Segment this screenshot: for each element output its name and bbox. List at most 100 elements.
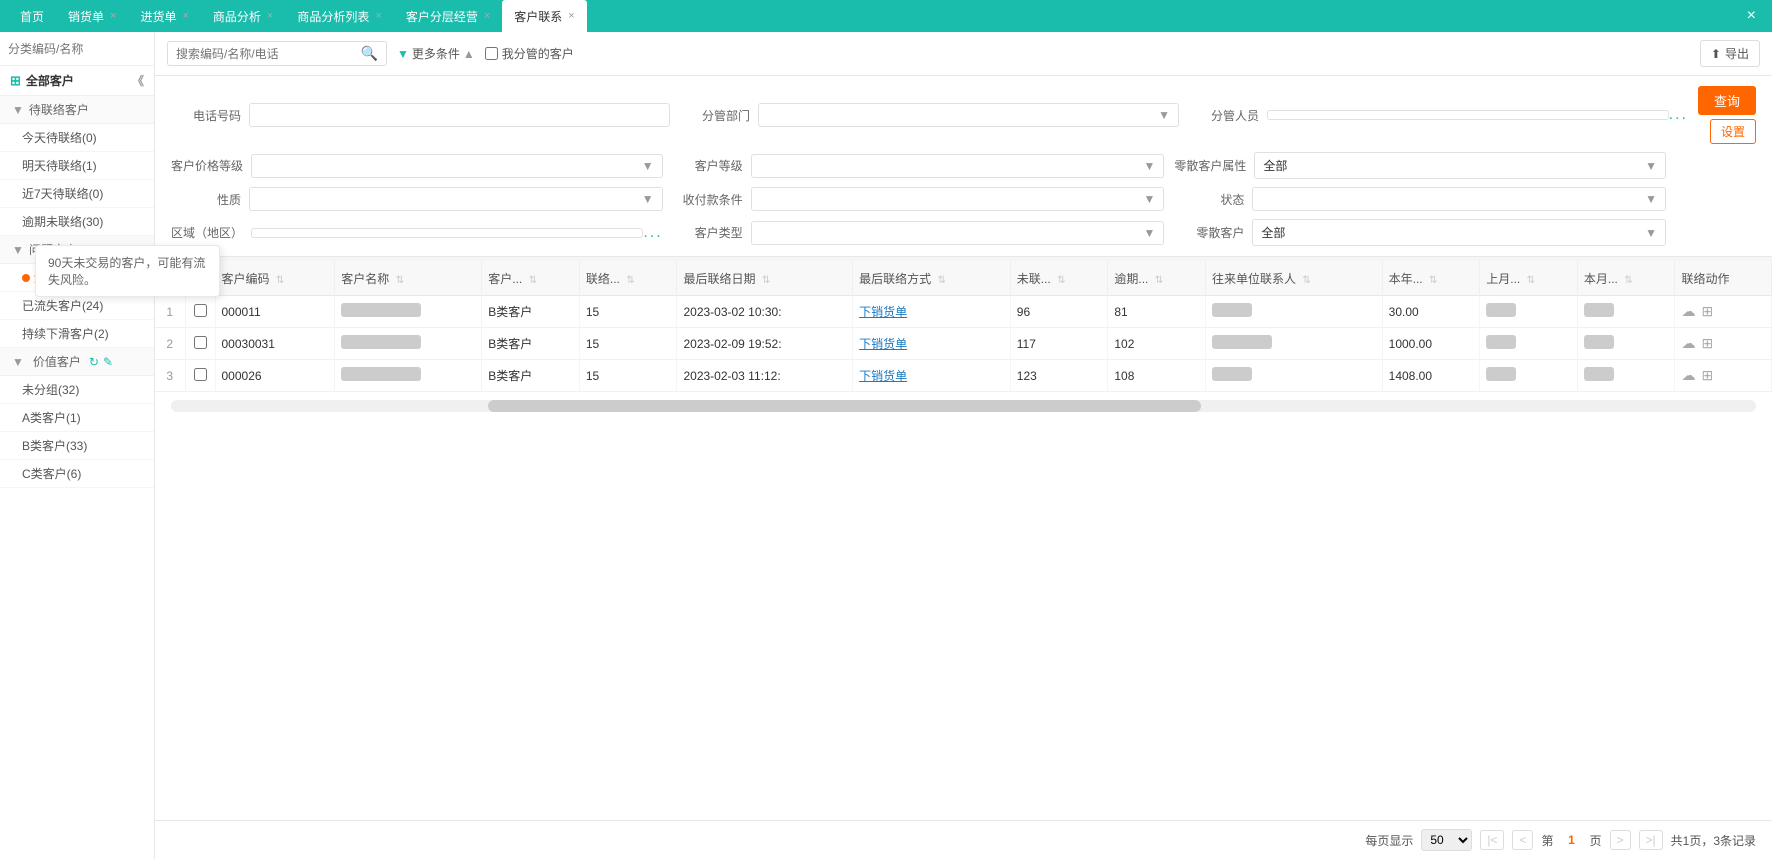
last-page-button[interactable]: >| xyxy=(1639,830,1663,850)
td-name-1 xyxy=(335,296,482,328)
sidebar-item-7days[interactable]: 近7天待联络(0) xyxy=(0,180,154,208)
filter-payment-select[interactable]: ▼ xyxy=(751,187,1165,211)
last-method-link-3[interactable]: 下销货单 xyxy=(859,369,907,383)
page-label: 第 xyxy=(1541,832,1553,849)
search-input[interactable] xyxy=(176,47,361,61)
table-row: 3 000026 B类客户 15 2023-02-03 11:12: 下销货单 … xyxy=(155,360,1772,392)
sidebar-group-pending[interactable]: ▼ 待联络客户 xyxy=(0,96,154,124)
last-method-link-2[interactable]: 下销货单 xyxy=(859,337,907,351)
th-contact: 联络... ⇅ xyxy=(579,261,677,296)
close-customer-contact-icon[interactable]: × xyxy=(568,10,574,22)
td-person-3 xyxy=(1205,360,1382,392)
sidebar-all-customers[interactable]: ⊞ 全部客户 《 xyxy=(0,66,154,96)
td-method-3: 下销货单 xyxy=(853,360,1011,392)
filter-manager-select[interactable] xyxy=(1267,110,1669,120)
filter-phone-input[interactable] xyxy=(249,103,670,127)
contact-action-icon-3[interactable]: ☁ xyxy=(1681,367,1695,384)
th-last-date: 最后联络日期 ⇅ xyxy=(677,261,853,296)
filter-region-dots[interactable]: ... xyxy=(643,224,662,242)
next-page-button[interactable]: > xyxy=(1610,830,1631,850)
tmonth-blur-2 xyxy=(1584,335,1614,349)
nav-analysis[interactable]: 商品分析 × xyxy=(201,0,285,32)
nav-customer-tier[interactable]: 客户分层经营 × xyxy=(394,0,502,32)
more-filter-button[interactable]: ▼ 更多条件 ▲ xyxy=(397,45,475,62)
per-page-select[interactable]: 50 100 200 xyxy=(1421,829,1472,851)
horizontal-scrollbar[interactable] xyxy=(155,392,1772,420)
sidebar-item-today[interactable]: 今天待联络(0) xyxy=(0,124,154,152)
nav-analysis-list[interactable]: 商品分析列表 × xyxy=(285,0,393,32)
nav-sales[interactable]: 销货单 × xyxy=(56,0,128,32)
sidebar-item-declining[interactable]: 持续下滑客户(2) xyxy=(0,320,154,348)
sidebar-item-class-a[interactable]: A类客户(1) xyxy=(0,404,154,432)
customer-name-blur-1 xyxy=(341,303,421,317)
my-customer-checkbox[interactable] xyxy=(485,47,498,60)
more-action-icon-2[interactable]: ⊞ xyxy=(1701,335,1713,352)
close-sales-icon[interactable]: × xyxy=(110,10,116,22)
search-bar: 🔍 ▼ 更多条件 ▲ 我分管的客户 ⬆ 导出 xyxy=(155,32,1772,76)
filter-customer-grade-label: 客户等级 xyxy=(673,157,743,174)
customer-name-blur-2 xyxy=(341,335,421,349)
sidebar-group-value[interactable]: ▼ 价值客户 ↻ ✎ xyxy=(0,348,154,376)
close-all-icon[interactable]: × xyxy=(1739,7,1764,25)
contact-action-icon-2[interactable]: ☁ xyxy=(1681,335,1695,352)
prev-page-button[interactable]: < xyxy=(1512,830,1533,850)
close-analysis-icon[interactable]: × xyxy=(267,10,273,22)
more-action-icon-3[interactable]: ⊞ xyxy=(1701,367,1713,384)
chevron-down-retail2-icon: ▼ xyxy=(1645,226,1657,240)
last-method-link-1[interactable]: 下销货单 xyxy=(859,305,907,319)
action-icons-2: ☁ ⊞ xyxy=(1681,335,1765,352)
nav-home[interactable]: 首页 xyxy=(8,0,56,32)
total-label: 共1页，3条记录 xyxy=(1671,832,1756,849)
sidebar-item-ungrouped[interactable]: 未分组(32) xyxy=(0,376,154,404)
sidebar-item-overdue[interactable]: 逾期未联络(30) xyxy=(0,208,154,236)
refresh-icon[interactable]: ↻ xyxy=(89,355,99,369)
edit-icon[interactable]: ✎ xyxy=(103,355,113,369)
lmonth-blur-3 xyxy=(1486,367,1516,381)
filter-customer-grade: 客户等级 ▼ xyxy=(673,154,1165,178)
td-name-3 xyxy=(335,360,482,392)
contact-action-icon-1[interactable]: ☁ xyxy=(1681,303,1695,320)
customer-table: ⚙ 客户编码 ⇅ 客户名称 ⇅ xyxy=(155,261,1772,392)
close-purchase-icon[interactable]: × xyxy=(182,10,188,22)
filter-region-label: 区域（地区） xyxy=(171,224,243,241)
sidebar-item-class-b[interactable]: B类客户(33) xyxy=(0,432,154,460)
close-analysis-list-icon[interactable]: × xyxy=(375,10,381,22)
td-date-1: 2023-03-02 10:30: xyxy=(677,296,853,328)
filter-region-select[interactable] xyxy=(251,228,643,238)
th-this-month: 本月... ⇅ xyxy=(1577,261,1675,296)
sidebar-search-input[interactable] xyxy=(8,42,155,56)
row-checkbox-3[interactable] xyxy=(194,368,207,381)
nav-purchase[interactable]: 进货单 × xyxy=(128,0,200,32)
my-customer-checkbox-wrap[interactable]: 我分管的客户 xyxy=(485,45,574,62)
query-button[interactable]: 查询 xyxy=(1698,86,1756,115)
sidebar-item-class-c[interactable]: C类客户(6) xyxy=(0,460,154,488)
filter-retail-customer-select[interactable]: 全部 ▼ xyxy=(1252,219,1666,246)
filter-retail-customer-label: 零散客户 xyxy=(1174,224,1244,241)
filter-retail-attr-select[interactable]: 全部 ▼ xyxy=(1254,152,1666,179)
filter-nature-select[interactable]: ▼ xyxy=(249,187,663,211)
first-page-button[interactable]: |< xyxy=(1480,830,1504,850)
more-action-icon-1[interactable]: ⊞ xyxy=(1701,303,1713,320)
close-customer-tier-icon[interactable]: × xyxy=(484,10,490,22)
filter-dept: 分管部门 ▼ xyxy=(680,103,1179,127)
filter-manager-dots[interactable]: ... xyxy=(1669,106,1688,124)
filter-row-1: 电话号码 分管部门 ▼ 分管人员 ... xyxy=(171,86,1756,144)
nav-customer-contact[interactable]: 客户联系 × xyxy=(502,0,586,32)
setting-button[interactable]: 设置 xyxy=(1710,119,1756,144)
table-header-row: ⚙ 客户编码 ⇅ 客户名称 ⇅ xyxy=(155,261,1772,296)
filter-status-select[interactable]: ▼ xyxy=(1252,187,1666,211)
sidebar-item-tomorrow[interactable]: 明天待联络(1) xyxy=(0,152,154,180)
search-icon[interactable]: 🔍 xyxy=(361,45,378,62)
row-checkbox-1[interactable] xyxy=(194,304,207,317)
row-checkbox-2[interactable] xyxy=(194,336,207,349)
td-check-2 xyxy=(185,328,215,360)
filter-customer-grade-select[interactable]: ▼ xyxy=(751,154,1165,178)
filter-customer-type-select[interactable]: ▼ xyxy=(751,221,1165,245)
current-page: 1 xyxy=(1561,833,1581,847)
chevron-down-price-icon: ▼ xyxy=(642,159,654,173)
chevron-up-icon: ▲ xyxy=(463,47,475,61)
export-button[interactable]: ⬆ 导出 xyxy=(1700,40,1760,67)
filter-price-grade-select[interactable]: ▼ xyxy=(251,154,663,178)
filter-dept-select[interactable]: ▼ xyxy=(758,103,1179,127)
td-check-3 xyxy=(185,360,215,392)
